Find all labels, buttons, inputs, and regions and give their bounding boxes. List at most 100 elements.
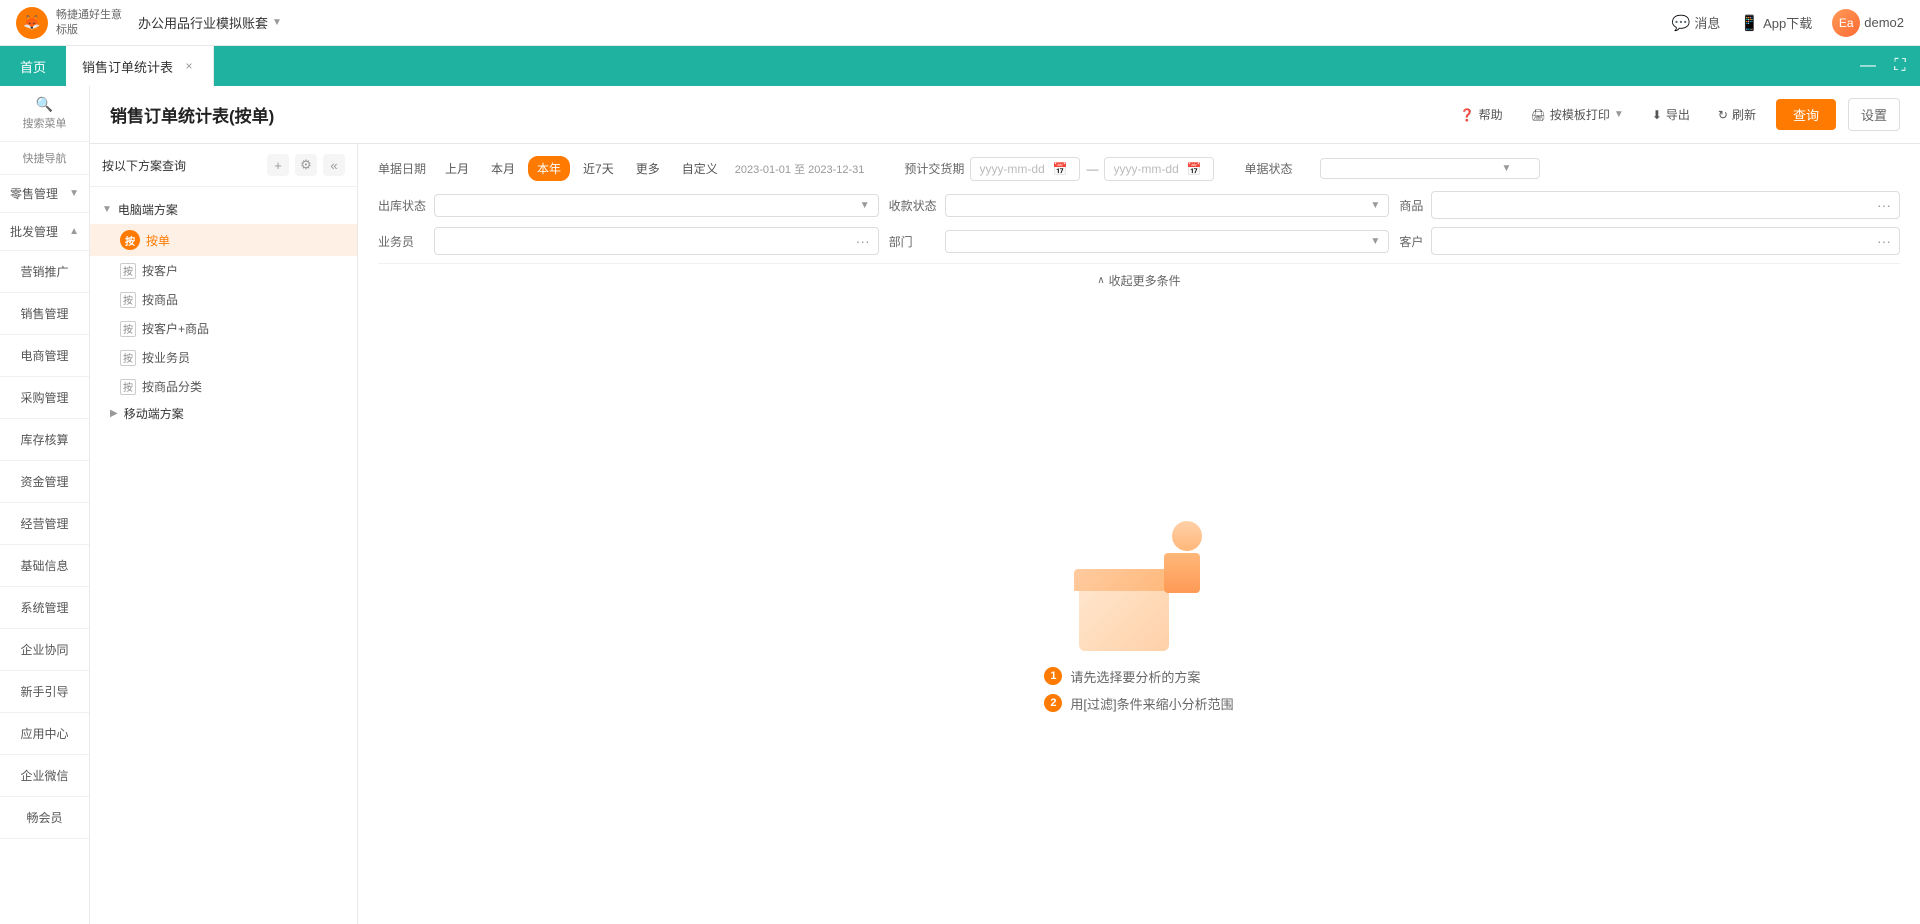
wholesale-arrow-icon: ▲ xyxy=(69,226,79,237)
sidebar-item-enterprise[interactable]: 企业协同 xyxy=(0,629,89,671)
tab-home[interactable]: 首页 xyxy=(0,46,66,86)
sidebar-item-system[interactable]: 系统管理 xyxy=(0,587,89,629)
export-button[interactable]: ⬇ 导出 xyxy=(1644,102,1698,127)
sidebar: 🔍 搜索菜单 快捷导航 零售管理 ▼ 批发管理 ▲ 营销推广 销售管理 电商管理… xyxy=(0,86,90,924)
char-head xyxy=(1172,521,1202,551)
sidebar-item-member[interactable]: 畅会员 xyxy=(0,797,89,839)
by-customer-icon: 按 xyxy=(120,263,136,279)
sidebar-item-finance[interactable]: 资金管理 xyxy=(0,461,89,503)
template-print-button[interactable]: 🖨 按模板打印 ▼ xyxy=(1523,102,1632,127)
scheme-settings-button[interactable]: ⚙ xyxy=(295,154,317,176)
main-layout: 🔍 搜索菜单 快捷导航 零售管理 ▼ 批发管理 ▲ 营销推广 销售管理 电商管理… xyxy=(0,86,1920,924)
add-scheme-button[interactable]: + xyxy=(267,154,289,176)
tab-sales-order[interactable]: 销售订单统计表 × xyxy=(66,46,214,86)
customer-dots-icon: ··· xyxy=(1877,233,1891,249)
tree-item-by-cus-prod[interactable]: 按 按客户+商品 xyxy=(90,314,357,343)
empty-box-lid xyxy=(1074,569,1174,591)
more-date-btn[interactable]: 更多 xyxy=(627,156,669,181)
sidebar-item-appstore[interactable]: 应用中心 xyxy=(0,713,89,755)
staff-dots-icon: ··· xyxy=(856,233,870,249)
query-button[interactable]: 查询 xyxy=(1776,99,1836,130)
tree-item-by-staff[interactable]: 按 按业务员 xyxy=(90,343,357,372)
top-header: 🦊 畅捷通好生意 标版 办公用品行业模拟账套 ▼ 💬 消息 📱 App下载 Ea… xyxy=(0,0,1920,46)
sidebar-item-basic[interactable]: 基础信息 xyxy=(0,545,89,587)
empty-character xyxy=(1164,521,1209,601)
collapse-panel-button[interactable]: « xyxy=(323,154,345,176)
empty-state: 1 请先选择要分析的方案 2 用[过滤]条件来缩小分析范围 xyxy=(358,309,1920,924)
tree-item-by-order[interactable]: 按 按单 xyxy=(90,224,357,256)
app-download-button[interactable]: 📱 App下载 xyxy=(1740,13,1812,32)
tree-group-mobile[interactable]: ▶ 移动端方案 xyxy=(90,401,357,426)
page-actions: ❓ 帮助 🖨 按模板打印 ▼ ⬇ 导出 ↻ 刷新 xyxy=(1452,98,1900,131)
custom-date-btn[interactable]: 自定义 xyxy=(673,156,727,181)
date-separator: — xyxy=(1086,162,1098,176)
tree-item-by-product[interactable]: 按 按商品 xyxy=(90,285,357,314)
product-select[interactable]: ··· xyxy=(1431,191,1900,219)
filter-row-1: 单据日期 上月 本月 本年 近7天 更多 自定义 2023-01-01 至 20… xyxy=(378,156,1900,181)
tree-item-by-category[interactable]: 按 按商品分类 xyxy=(90,372,357,401)
sidebar-item-purchase[interactable]: 采购管理 xyxy=(0,377,89,419)
dept-cell: 部门 ▼ xyxy=(889,227,1390,255)
retail-arrow-icon: ▼ xyxy=(69,188,79,199)
export-icon: ⬇ xyxy=(1652,108,1662,122)
product-cell: 商品 ··· xyxy=(1399,191,1900,219)
left-panel-header: 按以下方案查询 + ⚙ « xyxy=(90,144,357,187)
header-right: 💬 消息 📱 App下载 Ea demo2 xyxy=(1672,9,1904,37)
sidebar-item-quicknav[interactable]: 快捷导航 xyxy=(0,142,89,175)
staff-select[interactable]: ··· xyxy=(434,227,879,255)
minimize-button[interactable]: — xyxy=(1856,54,1880,78)
status-select[interactable]: ▼ xyxy=(1320,158,1540,179)
empty-illustration xyxy=(1069,521,1209,651)
staff-cell: 业务员 ··· xyxy=(378,227,879,255)
refresh-button[interactable]: ↻ 刷新 xyxy=(1710,102,1764,127)
tab-close-button[interactable]: × xyxy=(181,58,197,74)
customer-select[interactable]: ··· xyxy=(1431,227,1900,255)
customer-cell: 客户 ··· xyxy=(1399,227,1900,255)
tree-item-by-customer[interactable]: 按 按客户 xyxy=(90,256,357,285)
last-7days-btn[interactable]: 近7天 xyxy=(574,156,623,181)
tree-group-pc[interactable]: ▼ 电脑端方案 xyxy=(90,195,357,224)
expected-date-from[interactable]: yyyy-mm-dd 📅 xyxy=(970,157,1080,181)
industry-selector[interactable]: 办公用品行业模拟账套 ▼ xyxy=(138,13,282,32)
staff-label: 业务员 xyxy=(378,233,434,250)
empty-tips: 1 请先选择要分析的方案 2 用[过滤]条件来缩小分析范围 xyxy=(1044,667,1233,713)
last-month-btn[interactable]: 上月 xyxy=(436,156,478,181)
product-dots-icon: ··· xyxy=(1877,197,1891,213)
help-button[interactable]: ❓ 帮助 xyxy=(1452,102,1511,127)
sidebar-item-marketing[interactable]: 营销推广 xyxy=(0,251,89,293)
dept-chevron-icon: ▼ xyxy=(1370,236,1380,247)
calendar-icon: 📅 xyxy=(1053,162,1068,176)
this-month-btn[interactable]: 本月 xyxy=(482,156,524,181)
sidebar-item-newbie[interactable]: 新手引导 xyxy=(0,671,89,713)
expected-date-to[interactable]: yyyy-mm-dd 📅 xyxy=(1104,157,1214,181)
date-buttons: 上月 本月 本年 近7天 更多 自定义 xyxy=(436,156,727,181)
this-year-btn[interactable]: 本年 xyxy=(528,156,570,181)
sidebar-item-operation[interactable]: 经营管理 xyxy=(0,503,89,545)
sidebar-item-wholesale[interactable]: 批发管理 ▲ xyxy=(0,213,89,251)
tab-bar-actions: — ⛶ xyxy=(1856,54,1920,78)
sidebar-item-sales[interactable]: 销售管理 xyxy=(0,293,89,335)
by-category-icon: 按 xyxy=(120,379,136,395)
download-icon: 📱 xyxy=(1740,14,1759,32)
sidebar-item-wechat[interactable]: 企业微信 xyxy=(0,755,89,797)
maximize-button[interactable]: ⛶ xyxy=(1888,54,1912,78)
pay-status-cell: 收款状态 ▼ xyxy=(889,191,1390,219)
message-button[interactable]: 💬 消息 xyxy=(1672,13,1721,32)
by-product-icon: 按 xyxy=(120,292,136,308)
sidebar-item-inventory[interactable]: 库存核算 xyxy=(0,419,89,461)
logo-area: 🦊 畅捷通好生意 标版 xyxy=(16,7,122,39)
sidebar-item-search[interactable]: 🔍 搜索菜单 xyxy=(0,86,89,142)
sidebar-item-retail[interactable]: 零售管理 ▼ xyxy=(0,175,89,213)
dept-select[interactable]: ▼ xyxy=(945,230,1390,253)
collapse-filter-button[interactable]: ∧ 收起更多条件 xyxy=(378,263,1900,297)
sidebar-item-ecommerce[interactable]: 电商管理 xyxy=(0,335,89,377)
pay-status-label: 收款状态 xyxy=(889,197,945,214)
expected-date-label: 预计交货期 xyxy=(904,160,964,177)
pay-status-select[interactable]: ▼ xyxy=(945,194,1390,217)
out-status-select[interactable]: ▼ xyxy=(434,194,879,217)
out-status-chevron-icon: ▼ xyxy=(860,200,870,211)
user-menu[interactable]: Ea demo2 xyxy=(1832,9,1904,37)
settings-button[interactable]: 设置 xyxy=(1848,98,1900,131)
status-chevron-icon: ▼ xyxy=(1502,163,1512,174)
customer-label: 客户 xyxy=(1399,233,1431,250)
